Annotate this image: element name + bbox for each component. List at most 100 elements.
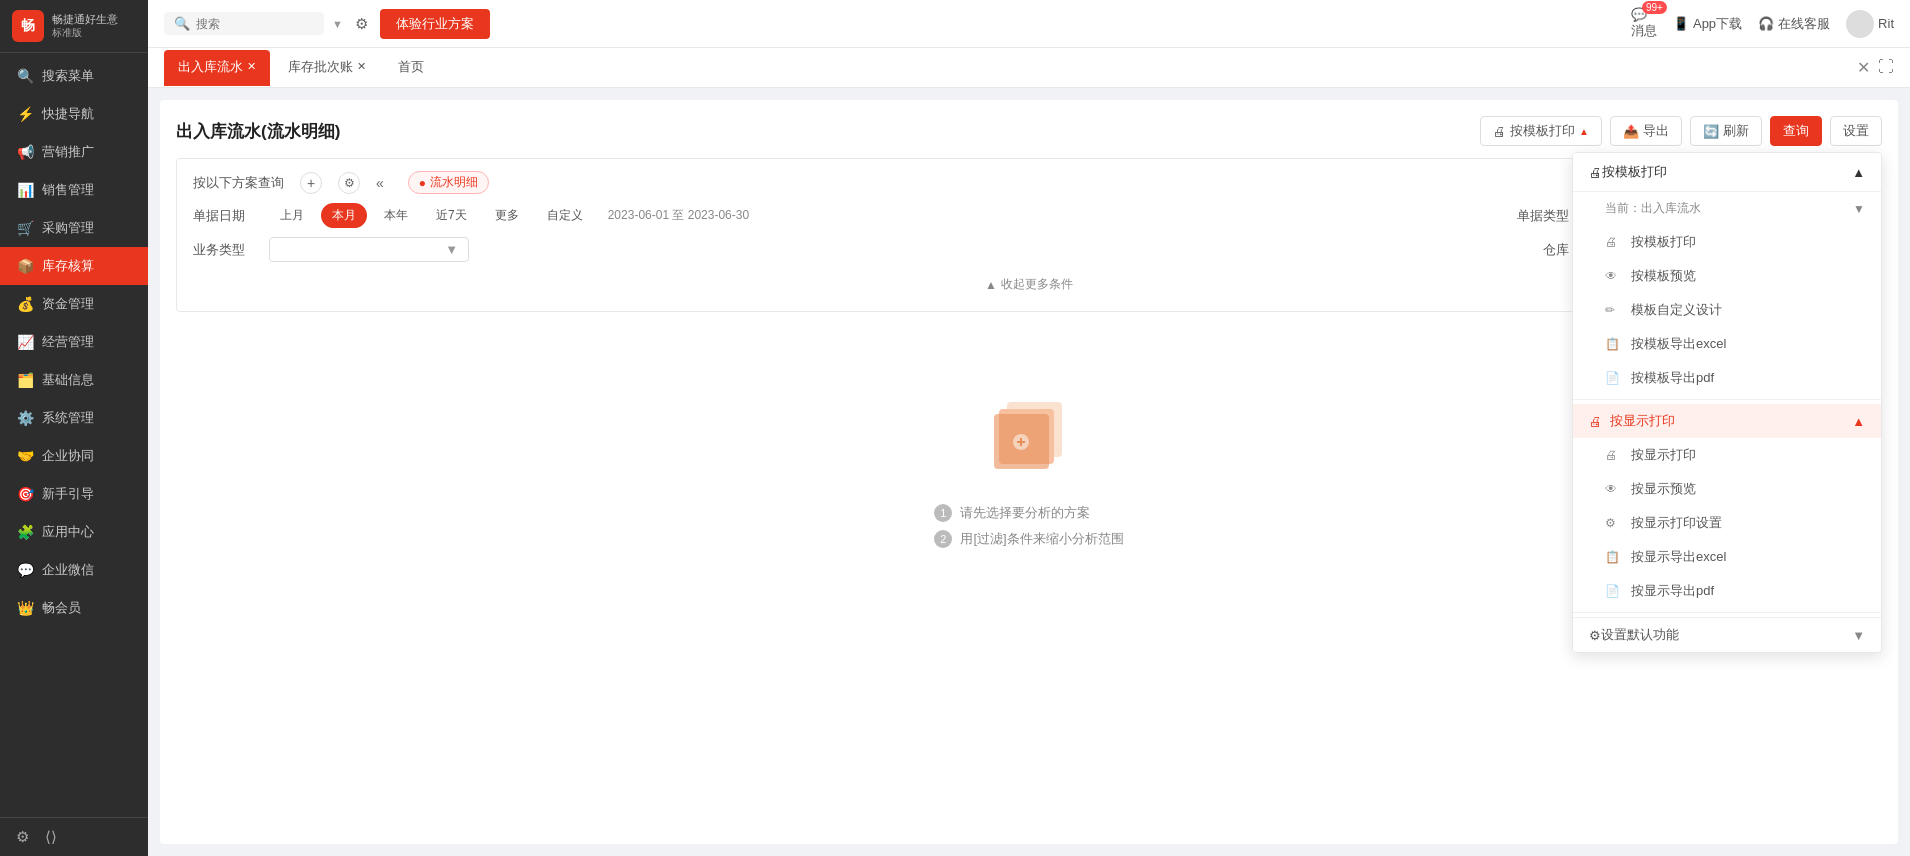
- dropdown-item-template-print[interactable]: 🖨按模板打印: [1573, 225, 1881, 259]
- sidebar-label-operations: 经营管理: [42, 333, 94, 351]
- display-item-display-pdf[interactable]: 📄按显示导出pdf: [1573, 574, 1881, 608]
- sidebar-item-vip[interactable]: 👑畅会员: [0, 589, 148, 627]
- sidebar-item-shortcut[interactable]: ⚡快捷导航: [0, 95, 148, 133]
- dropdown-item-template-preview[interactable]: 👁按模板预览: [1573, 259, 1881, 293]
- refresh-btn[interactable]: 🔄 刷新: [1690, 116, 1762, 146]
- sidebar: 畅 畅捷通好生意 标准版 🔍搜索菜单⚡快捷导航📢营销推广📊销售管理🛒采购管理📦库…: [0, 0, 148, 856]
- filter-chip-flow[interactable]: ● 流水明细: [408, 171, 489, 194]
- tab-flow[interactable]: 出入库流水✕: [164, 50, 270, 86]
- export-icon: 📤: [1623, 124, 1639, 139]
- export-btn[interactable]: 📤 导出: [1610, 116, 1682, 146]
- sidebar-item-inventory[interactable]: 📦库存核算: [0, 247, 148, 285]
- di-label-display-print: 按显示打印: [1631, 446, 1865, 464]
- step-2-label: 用[过滤]条件来缩小分析范围: [960, 530, 1123, 548]
- date-tag-group: 上月本月本年近7天更多自定义 2023-06-01 至 2023-06-30: [269, 203, 869, 228]
- date-tag-自定义[interactable]: 自定义: [536, 203, 594, 228]
- tab-label-home: 首页: [398, 58, 424, 76]
- search-icon: 🔍: [174, 16, 190, 31]
- warehouse-label: 仓库: [1543, 241, 1569, 259]
- user-name: Rit: [1878, 16, 1894, 31]
- di-icon-display-print: 🖨: [1605, 448, 1621, 462]
- di-label-display-preview: 按显示预览: [1631, 480, 1865, 498]
- display-item-display-preview[interactable]: 👁按显示预览: [1573, 472, 1881, 506]
- display-item-display-settings[interactable]: ⚙按显示打印设置: [1573, 506, 1881, 540]
- sidebar-item-purchase[interactable]: 🛒采购管理: [0, 209, 148, 247]
- sidebar-item-guide[interactable]: 🎯新手引导: [0, 475, 148, 513]
- display-item-display-print[interactable]: 🖨 按显示打印: [1573, 438, 1881, 472]
- dropdown-header[interactable]: 🖨 按模板打印 ▲: [1573, 153, 1881, 192]
- sidebar-item-basic[interactable]: 🗂️基础信息: [0, 361, 148, 399]
- empty-step-1: 1 请先选择要分析的方案: [934, 504, 1123, 522]
- sidebar-item-sales[interactable]: 📊销售管理: [0, 171, 148, 209]
- dropdown-item-template-pdf[interactable]: 📄按模板导出pdf: [1573, 361, 1881, 395]
- sidebar-nav: 🔍搜索菜单⚡快捷导航📢营销推广📊销售管理🛒采购管理📦库存核算💰资金管理📈经营管理…: [0, 53, 148, 817]
- sidebar-label-search: 搜索菜单: [42, 67, 94, 85]
- tabs-bar: 出入库流水✕库存批次账✕ 首页 ✕ ⛶: [148, 48, 1910, 88]
- message-badge: 99+: [1642, 1, 1667, 14]
- tab-expand-icon[interactable]: ⛶: [1878, 58, 1894, 77]
- tab-home[interactable]: 首页: [384, 50, 438, 86]
- biz-type-select[interactable]: ▼: [269, 237, 469, 262]
- settings-btn[interactable]: 设置: [1830, 116, 1882, 146]
- sidebar-item-finance[interactable]: 💰资金管理: [0, 285, 148, 323]
- display-section-header[interactable]: 🖨 按显示打印 ▲: [1573, 404, 1881, 438]
- print-arrow-up: ▲: [1579, 126, 1589, 137]
- filter-chip-area: ● 流水明细: [408, 171, 489, 194]
- industry-btn[interactable]: 体验行业方案: [380, 9, 490, 39]
- step-num-1: 1: [934, 504, 952, 522]
- tab-batch[interactable]: 库存批次账✕: [274, 50, 380, 86]
- date-tag-本年[interactable]: 本年: [373, 203, 419, 228]
- sidebar-item-corp[interactable]: 🤝企业协同: [0, 437, 148, 475]
- search-dropdown-icon[interactable]: ▼: [332, 18, 343, 30]
- guide-icon: 🎯: [16, 486, 34, 502]
- online-service-btn[interactable]: 🎧 在线客服: [1758, 15, 1830, 33]
- dropdown-item-template-excel[interactable]: 📋按模板导出excel: [1573, 327, 1881, 361]
- date-tag-上月[interactable]: 上月: [269, 203, 315, 228]
- query-btn[interactable]: 查询: [1770, 116, 1822, 146]
- sidebar-item-search[interactable]: 🔍搜索菜单: [0, 57, 148, 95]
- sidebar-item-wechat[interactable]: 💬企业微信: [0, 551, 148, 589]
- filter-settings-btn[interactable]: ⚙: [338, 172, 360, 194]
- logo-text: 畅捷通好生意 标准版: [52, 12, 118, 40]
- user-avatar-btn[interactable]: Rit: [1846, 10, 1894, 38]
- dropdown-item-template-custom[interactable]: ✏模板自定义设计: [1573, 293, 1881, 327]
- sales-icon: 📊: [16, 182, 34, 198]
- tab-close-all-icon[interactable]: ✕: [1857, 58, 1870, 77]
- date-tag-更多[interactable]: 更多: [484, 203, 530, 228]
- template-print-btn[interactable]: 🖨 按模板打印 ▲: [1480, 116, 1602, 146]
- topbar-gear-icon[interactable]: ⚙: [355, 15, 368, 33]
- collapse-label: 收起更多条件: [1001, 276, 1073, 293]
- di-label-display-settings: 按显示打印设置: [1631, 514, 1865, 532]
- sidebar-label-marketing: 营销推广: [42, 143, 94, 161]
- sidebar-item-marketing[interactable]: 📢营销推广: [0, 133, 148, 171]
- dropdown-current-arrow: ▼: [1853, 202, 1865, 216]
- date-tag-本月[interactable]: 本月: [321, 203, 367, 228]
- app-download-btn[interactable]: 📱 App下载: [1673, 15, 1742, 33]
- di-icon-template-pdf: 📄: [1605, 371, 1621, 385]
- empty-step-2: 2 用[过滤]条件来缩小分析范围: [934, 530, 1123, 548]
- date-range: 2023-06-01 至 2023-06-30: [608, 207, 749, 224]
- tab-close-batch[interactable]: ✕: [357, 60, 366, 73]
- topbar: 🔍 ▼ ⚙ 体验行业方案 💬 消息 99+ 📱 App下载 🎧 在线客服: [148, 0, 1910, 48]
- dropdown-footer[interactable]: ⚙ 设置默认功能 ▼: [1573, 617, 1881, 652]
- filter-collapse-btn[interactable]: «: [376, 175, 384, 191]
- filter-add-btn[interactable]: +: [300, 172, 322, 194]
- search-input[interactable]: [196, 17, 296, 31]
- biz-type-arrow: ▼: [445, 242, 458, 257]
- sidebar-label-wechat: 企业微信: [42, 561, 94, 579]
- empty-steps: 1 请先选择要分析的方案 2 用[过滤]条件来缩小分析范围: [934, 504, 1123, 556]
- topbar-right: 💬 消息 99+ 📱 App下载 🎧 在线客服 Rit: [1631, 7, 1894, 40]
- sidebar-item-apps[interactable]: 🧩应用中心: [0, 513, 148, 551]
- date-tag-近7天[interactable]: 近7天: [425, 203, 478, 228]
- collapse-icon: ▲: [985, 278, 997, 292]
- filter-label: 按以下方案查询: [193, 174, 284, 192]
- message-btn[interactable]: 💬 消息 99+: [1631, 7, 1657, 40]
- filter-chip-label: 流水明细: [430, 174, 478, 191]
- display-item-display-excel[interactable]: 📋按显示导出excel: [1573, 540, 1881, 574]
- tab-close-flow[interactable]: ✕: [247, 60, 256, 73]
- collapse-icon[interactable]: ⟨⟩: [45, 828, 57, 846]
- sidebar-item-system[interactable]: ⚙️系统管理: [0, 399, 148, 437]
- settings-icon[interactable]: ⚙: [16, 828, 29, 846]
- sidebar-item-operations[interactable]: 📈经营管理: [0, 323, 148, 361]
- page-content: 出入库流水(流水明细) 🖨 按模板打印 ▲ 📤 导出 🔄 刷新: [160, 100, 1898, 844]
